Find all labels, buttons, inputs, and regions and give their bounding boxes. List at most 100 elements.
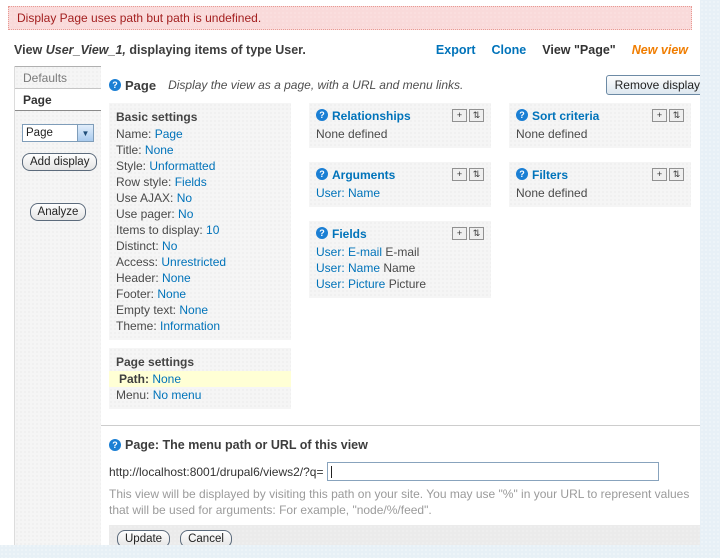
- path-input[interactable]: [327, 462, 660, 481]
- add-icon[interactable]: +: [652, 168, 667, 181]
- setting-value-link[interactable]: None: [162, 271, 191, 285]
- setting-label: Path:: [119, 372, 149, 386]
- setting-value-link[interactable]: No: [177, 191, 192, 205]
- setting-row: Use AJAX: No: [116, 190, 284, 206]
- display-header: ? Page Display the view as a page, with …: [101, 66, 700, 103]
- display-title: Page: [125, 77, 157, 93]
- clone-link[interactable]: Clone: [492, 43, 527, 57]
- bucket-controls: + ⇅: [652, 168, 684, 181]
- help-icon[interactable]: ?: [109, 79, 121, 91]
- field-label: E-mail: [382, 245, 420, 259]
- field-link[interactable]: User: Picture: [316, 277, 385, 291]
- tab-defaults[interactable]: Defaults: [15, 67, 101, 89]
- sort-criteria-title-link[interactable]: Sort criteria: [532, 109, 599, 124]
- settings-columns: Basic settings Name: Page Title: None St…: [101, 103, 700, 417]
- bucket-controls: + ⇅: [452, 227, 484, 240]
- help-icon[interactable]: ?: [109, 439, 121, 451]
- argument-link[interactable]: User: Name: [316, 186, 380, 200]
- display-sidebar: Defaults Page Page ▼ Add display Analyze: [15, 66, 101, 545]
- path-settings-form: ? Page: The menu path or URL of this vie…: [101, 425, 700, 545]
- dropdown-arrow-icon[interactable]: ▼: [77, 125, 93, 141]
- url-prefix-label: http://localhost:8001/drupal6/views2/?q=: [109, 464, 324, 479]
- page-settings-title: Page settings: [116, 355, 195, 369]
- setting-value-link[interactable]: Unrestricted: [161, 255, 226, 269]
- bucket-item-empty: None defined: [516, 127, 588, 141]
- add-display-button[interactable]: Add display: [22, 153, 98, 171]
- rearrange-icon[interactable]: ⇅: [469, 109, 484, 122]
- add-icon[interactable]: +: [652, 109, 667, 122]
- setting-value-link[interactable]: Fields: [175, 175, 207, 189]
- setting-label: Items to display:: [116, 223, 203, 237]
- setting-value-link[interactable]: None: [157, 287, 186, 301]
- display-type-select[interactable]: Page ▼: [22, 124, 94, 142]
- setting-value-link[interactable]: Information: [160, 319, 220, 333]
- remove-display-button[interactable]: Remove display: [605, 75, 700, 95]
- bucket-item: User: Name Name: [316, 260, 484, 276]
- basic-settings-title: Basic settings: [116, 110, 198, 124]
- field-label: Picture: [385, 277, 427, 291]
- sort-criteria-header: ? Sort criteria + ⇅: [516, 109, 684, 124]
- field-link[interactable]: User: E-mail: [316, 245, 382, 259]
- view-title-suffix: displaying items of type User.: [125, 43, 306, 57]
- help-icon[interactable]: ?: [316, 109, 328, 121]
- setting-value-link[interactable]: Page: [155, 127, 183, 141]
- export-link[interactable]: Export: [436, 43, 476, 57]
- view-title: View User_View_1, displaying items of ty…: [14, 43, 306, 57]
- new-view-link[interactable]: New view: [632, 43, 688, 57]
- add-icon[interactable]: +: [452, 109, 467, 122]
- display-main-area: ? Page Display the view as a page, with …: [101, 66, 700, 545]
- view-header-links: Export Clone View "Page" New view: [436, 43, 688, 57]
- rearrange-icon[interactable]: ⇅: [669, 168, 684, 181]
- cancel-button[interactable]: Cancel: [180, 530, 232, 545]
- setting-label: Name:: [116, 127, 152, 141]
- rearrange-icon[interactable]: ⇅: [669, 109, 684, 122]
- bucket-item-empty: None defined: [516, 186, 588, 200]
- view-page-link[interactable]: View "Page": [542, 43, 615, 57]
- filters-box: ? Filters + ⇅ None defined: [509, 162, 691, 207]
- setting-value-link[interactable]: Unformatted: [149, 159, 215, 173]
- help-icon[interactable]: ?: [316, 227, 328, 239]
- display-description: Display the view as a page, with a URL a…: [168, 78, 464, 92]
- page-settings-box: Page settings Path: None Menu: No menu: [109, 348, 291, 409]
- view-name: User_View_1,: [45, 43, 126, 57]
- help-icon[interactable]: ?: [516, 109, 528, 121]
- setting-value-link[interactable]: No: [178, 207, 193, 221]
- analyze-button[interactable]: Analyze: [29, 203, 87, 221]
- bucket-item: User: Name: [316, 185, 484, 201]
- error-message: Display Page uses path but path is undef…: [8, 6, 692, 30]
- arguments-header: ? Arguments + ⇅: [316, 168, 484, 183]
- fields-title-link[interactable]: Fields: [332, 227, 367, 242]
- relationships-header: ? Relationships + ⇅: [316, 109, 484, 124]
- setting-value-link[interactable]: No: [162, 239, 177, 253]
- update-button[interactable]: Update: [117, 530, 171, 545]
- setting-row-path-highlighted: Path: None: [109, 371, 291, 387]
- setting-value-link[interactable]: None: [145, 143, 174, 157]
- view-header: View User_View_1, displaying items of ty…: [0, 30, 700, 66]
- setting-value-link[interactable]: 10: [206, 223, 219, 237]
- field-link[interactable]: User: Name: [316, 261, 380, 275]
- url-row: http://localhost:8001/drupal6/views2/?q=: [109, 462, 700, 481]
- bucket-controls: + ⇅: [452, 168, 484, 181]
- setting-row: Title: None: [116, 142, 284, 158]
- setting-value-link[interactable]: No menu: [153, 388, 202, 402]
- relationships-title-link[interactable]: Relationships: [332, 109, 411, 124]
- tab-page[interactable]: Page: [15, 89, 101, 111]
- sidebar-controls: Page ▼ Add display Analyze: [15, 111, 101, 231]
- display-tabs: Defaults Page: [15, 66, 101, 111]
- rearrange-icon[interactable]: ⇅: [469, 168, 484, 181]
- add-icon[interactable]: +: [452, 227, 467, 240]
- content-area: Display Page uses path but path is undef…: [0, 0, 700, 545]
- setting-value-link[interactable]: None: [152, 372, 181, 386]
- bucket-item-empty: None defined: [316, 127, 388, 141]
- rearrange-icon[interactable]: ⇅: [469, 227, 484, 240]
- setting-value-link[interactable]: None: [179, 303, 208, 317]
- arguments-title-link[interactable]: Arguments: [332, 168, 395, 183]
- filters-title-link[interactable]: Filters: [532, 168, 568, 183]
- setting-label: Distinct:: [116, 239, 159, 253]
- add-icon[interactable]: +: [452, 168, 467, 181]
- setting-row: Menu: No menu: [116, 387, 284, 403]
- help-icon[interactable]: ?: [516, 168, 528, 180]
- fields-box: ? Fields + ⇅ User: E-mail E-mail User: N…: [309, 221, 491, 298]
- path-form-title-row: ? Page: The menu path or URL of this vie…: [109, 438, 700, 452]
- help-icon[interactable]: ?: [316, 168, 328, 180]
